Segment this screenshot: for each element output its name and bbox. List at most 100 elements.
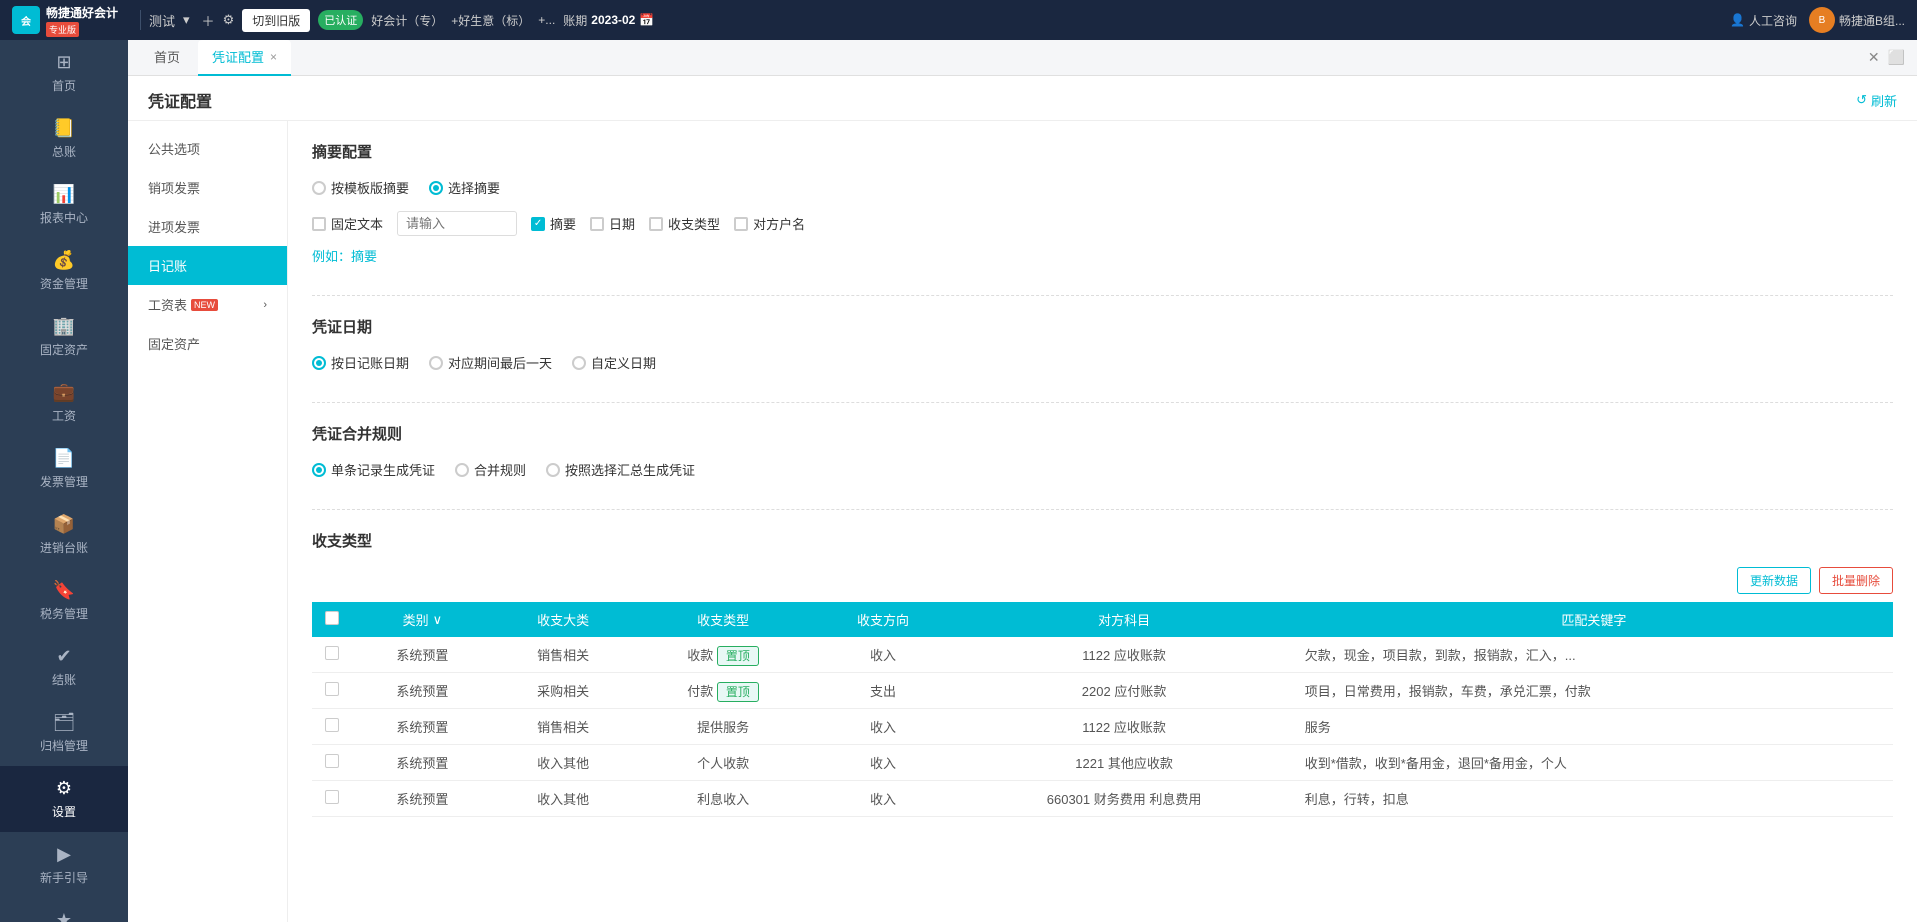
radio-period-last[interactable]: 对应期间最后一天: [429, 353, 552, 372]
checkbox-fixed-text[interactable]: 固定文本: [312, 214, 383, 233]
sidebar-item-settle[interactable]: ✔ 结账: [0, 634, 128, 700]
sidebar-icon-settings: ⚙: [56, 778, 72, 799]
settings-button[interactable]: ⚙: [223, 12, 235, 28]
radio-select[interactable]: 选择摘要: [429, 178, 500, 197]
th-subject: 对方科目: [953, 602, 1294, 637]
top-tag-1[interactable]: 置顶: [717, 682, 759, 702]
header-checkbox[interactable]: [325, 611, 339, 625]
table-row: 系统预置 收入其他 利息收入 收入 660301 财务费用 利息费用 利息，行转…: [312, 781, 1893, 817]
example-text: 例如：摘要: [312, 246, 1893, 265]
top-tag-0[interactable]: 置顶: [717, 646, 759, 666]
checkbox-type[interactable]: 收支类型: [649, 214, 720, 233]
cell-checkbox-0: [312, 637, 352, 673]
radio-custom-date[interactable]: 自定义日期: [572, 353, 656, 372]
radio-circle-single: [312, 463, 326, 477]
cell-keywords-0: 欠款，现金，项目款，到款，报销款，汇入，...: [1295, 637, 1893, 673]
sidebar-label-assets: 固定资产: [40, 341, 88, 358]
close-tab-button[interactable]: ✕: [1868, 49, 1880, 66]
radio-circle-template: [312, 181, 326, 195]
page-title: 凭证配置: [148, 88, 212, 112]
left-nav-item-sales[interactable]: 销项发票: [128, 168, 287, 207]
radio-merge[interactable]: 合并规则: [455, 460, 526, 479]
sidebar-item-funds[interactable]: 💰资金管理: [0, 238, 128, 304]
sidebar-label-tax: 税务管理: [40, 605, 88, 622]
sidebar-icon-settle: ✔: [56, 646, 71, 667]
main-area: 首页凭证配置× ✕ ⬜ 凭证配置 ↺ 刷新 公共选项销项发票进项发票日记账工资表…: [128, 40, 1917, 922]
voucher-date-section: 凭证日期 按日记账日期 对应期间最后一天 自定义日期: [312, 316, 1893, 372]
th-direction: 收支方向: [813, 602, 954, 637]
radio-circle-merge: [455, 463, 469, 477]
cell-type-2: 提供服务: [634, 709, 813, 745]
update-data-button[interactable]: 更新数据: [1737, 567, 1811, 594]
left-nav-item-journal[interactable]: 日记账: [128, 246, 287, 285]
row-checkbox-1[interactable]: [325, 682, 339, 696]
sidebar-item-purchase[interactable]: 📦 进销台账: [0, 502, 128, 568]
merge-rules-title: 凭证合并规则: [312, 423, 1893, 444]
sidebar-label-purchase: 进销台账: [40, 539, 88, 556]
voucher-date-title: 凭证日期: [312, 316, 1893, 337]
sidebar-label-ledger: 总账: [52, 143, 76, 160]
tab-home[interactable]: 首页: [140, 40, 194, 76]
row-checkbox-0[interactable]: [325, 646, 339, 660]
income-expense-section: 收支类型 更新数据 批量删除: [312, 530, 1893, 817]
cell-checkbox-4: [312, 781, 352, 817]
left-nav-item-payroll[interactable]: 工资表 NEW ›: [128, 285, 287, 324]
cell-type-4: 利息收入: [634, 781, 813, 817]
sidebar-icon-archive: 🗂: [53, 712, 76, 733]
radio-summary-gen[interactable]: 按照选择汇总生成凭证: [546, 460, 695, 479]
header-dropdown[interactable]: ▾: [183, 12, 190, 28]
sidebar-item-member[interactable]: ★畅会员: [0, 898, 128, 922]
sidebar-item-home[interactable]: ⊞首页: [0, 40, 128, 106]
sidebar-item-guide[interactable]: ▶新手引导: [0, 832, 128, 898]
restore-tab-button[interactable]: ⬜: [1888, 49, 1905, 66]
cell-category-0: 系统预置: [352, 637, 493, 673]
sidebar-item-invoice[interactable]: 📄发票管理: [0, 436, 128, 502]
fixed-text-input[interactable]: [397, 211, 517, 236]
cell-subject-3: 1221 其他应收款: [953, 745, 1294, 781]
add-button[interactable]: ＋: [202, 11, 215, 30]
left-nav-item-public[interactable]: 公共选项: [128, 129, 287, 168]
sidebar-item-settings[interactable]: ⚙设置: [0, 766, 128, 832]
cell-major-type-2: 销售相关: [493, 709, 634, 745]
sidebar-icon-ledger: 📒: [53, 118, 75, 139]
sidebar: ⊞首页📒总账📊报表中心💰资金管理🏢固定资产💼工资📄发票管理📦进销台账🔖税务管理✔…: [0, 40, 128, 922]
checkbox-date[interactable]: 日期: [590, 214, 635, 233]
sidebar-item-tax[interactable]: 🔖税务管理: [0, 568, 128, 634]
tab-voucher[interactable]: 凭证配置×: [198, 40, 291, 76]
sidebar-item-ledger[interactable]: 📒 总账: [0, 106, 128, 172]
refresh-button[interactable]: ↺ 刷新: [1856, 91, 1897, 110]
divider-2: [312, 402, 1893, 403]
user-area[interactable]: B 畅捷通B组...: [1809, 7, 1905, 33]
sidebar-label-report: 报表中心: [40, 209, 88, 226]
switch-version-button[interactable]: 切到旧版: [242, 9, 310, 32]
row-checkbox-3[interactable]: [325, 754, 339, 768]
cell-major-type-3: 收入其他: [493, 745, 634, 781]
radio-journal-date[interactable]: 按日记账日期: [312, 353, 409, 372]
left-nav-item-fixed_assets[interactable]: 固定资产: [128, 324, 287, 363]
left-nav-item-purchase_inv[interactable]: 进项发票: [128, 207, 287, 246]
sidebar-label-funds: 资金管理: [40, 275, 88, 292]
batch-delete-button[interactable]: 批量删除: [1819, 567, 1893, 594]
tab-close-voucher[interactable]: ×: [270, 50, 277, 64]
content-layout: 公共选项销项发票进项发票日记账工资表 NEW ›固定资产 摘要配置 按模板版摘要…: [128, 121, 1917, 922]
cell-type-1: 付款 置顶: [634, 673, 813, 709]
sidebar-item-salary[interactable]: 💼工资: [0, 370, 128, 436]
sidebar-item-archive[interactable]: 🗂归档管理: [0, 700, 128, 766]
checkbox-summary[interactable]: ✓ 摘要: [531, 214, 576, 233]
checkbox-box-counterpart: [734, 217, 748, 231]
checkbox-counterpart[interactable]: 对方户名: [734, 214, 805, 233]
logo-icon: 会: [12, 6, 40, 34]
divider-1: [312, 295, 1893, 296]
consult-area[interactable]: 👤 人工咨询: [1730, 12, 1797, 29]
sidebar-label-settle: 结账: [52, 671, 76, 688]
table-row: 系统预置 销售相关 收款 置顶 收入 1122 应收账款 欠款，现金，项目款，到…: [312, 637, 1893, 673]
radio-template[interactable]: 按模板版摘要: [312, 178, 409, 197]
sidebar-icon-purchase: 📦: [53, 514, 75, 535]
sidebar-item-report[interactable]: 📊报表中心: [0, 172, 128, 238]
divider-3: [312, 509, 1893, 510]
sidebar-item-assets[interactable]: 🏢固定资产: [0, 304, 128, 370]
row-checkbox-2[interactable]: [325, 718, 339, 732]
cell-subject-1: 2202 应付账款: [953, 673, 1294, 709]
row-checkbox-4[interactable]: [325, 790, 339, 804]
radio-single[interactable]: 单条记录生成凭证: [312, 460, 435, 479]
